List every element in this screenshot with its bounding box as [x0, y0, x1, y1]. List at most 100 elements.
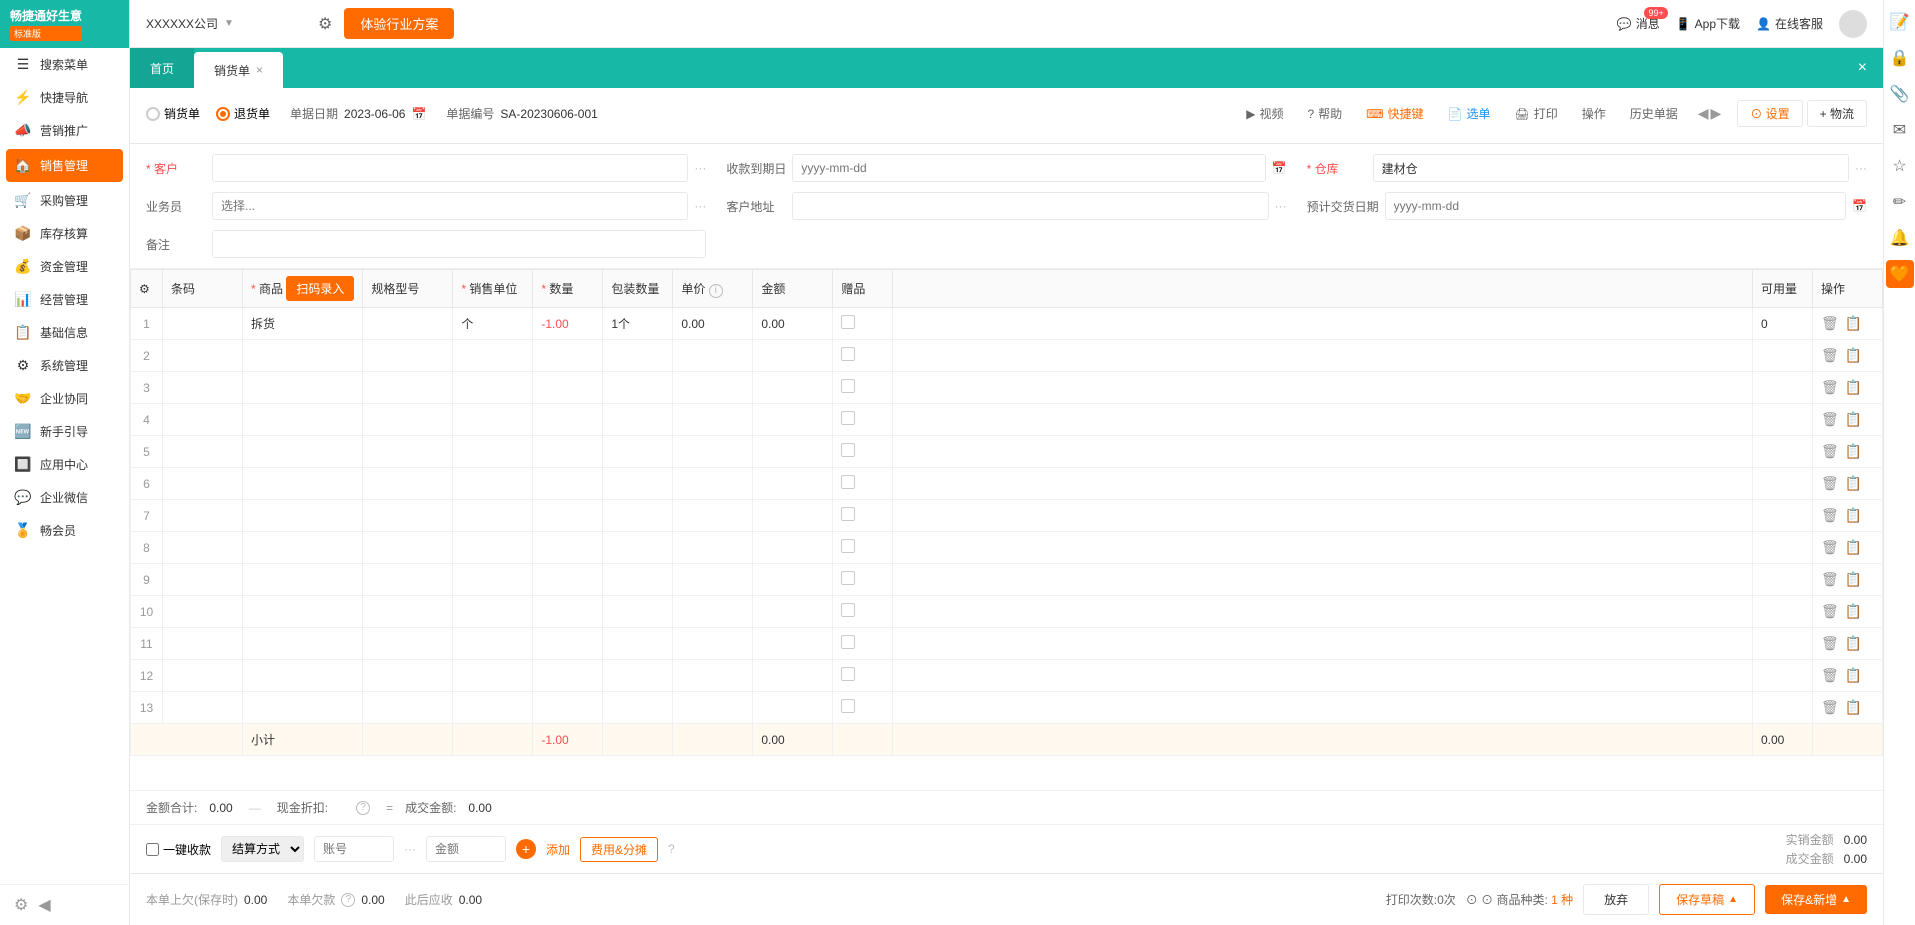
salesperson-input[interactable]: [212, 192, 688, 220]
toolbar-operate-btn[interactable]: 操作: [1574, 101, 1614, 126]
row-10-delete-icon[interactable]: 🗑: [1821, 603, 1839, 620]
row-11-price[interactable]: [673, 628, 753, 660]
row-2-price[interactable]: [673, 340, 753, 372]
payment-date-calendar-icon[interactable]: 📅: [1272, 161, 1287, 175]
row-8-unit[interactable]: [453, 532, 533, 564]
row-11-product[interactable]: [243, 628, 363, 660]
row-3-product[interactable]: [243, 372, 363, 404]
row-10-product[interactable]: [243, 596, 363, 628]
warehouse-input[interactable]: [1373, 154, 1849, 182]
row-4-barcode[interactable]: [163, 404, 243, 436]
trial-btn[interactable]: 体验行业方案: [344, 8, 454, 39]
row-5-price[interactable]: [673, 436, 753, 468]
row-1-amount[interactable]: 0.00: [753, 308, 833, 340]
customer-addr-more-icon[interactable]: ···: [1275, 199, 1287, 213]
user-avatar[interactable]: [1839, 10, 1867, 38]
nav-prev-icon[interactable]: ◀: [1698, 105, 1709, 122]
row-12-spec[interactable]: [363, 660, 453, 692]
row-8-spec[interactable]: [363, 532, 453, 564]
row-4-unit[interactable]: [453, 404, 533, 436]
row-8-product[interactable]: [243, 532, 363, 564]
account-more-icon[interactable]: ···: [404, 842, 416, 856]
row-12-price[interactable]: [673, 660, 753, 692]
salesperson-more-icon[interactable]: ···: [694, 199, 706, 213]
customer-input[interactable]: [212, 154, 688, 182]
row-1-unit[interactable]: 个: [453, 308, 533, 340]
save-new-btn[interactable]: 保存&新增 ▲: [1765, 885, 1867, 914]
row-12-gift[interactable]: [833, 660, 893, 692]
total-owe-info-icon[interactable]: ?: [341, 893, 355, 907]
row-11-qty[interactable]: [533, 628, 603, 660]
row-6-delete-icon[interactable]: 🗑: [1821, 475, 1839, 492]
row-13-copy-icon[interactable]: 📋: [1845, 699, 1862, 716]
row-13-gift[interactable]: [833, 692, 893, 724]
right-panel-lock-icon[interactable]: 🔒: [1886, 44, 1914, 72]
row-7-copy-icon[interactable]: 📋: [1845, 507, 1862, 524]
row-3-delete-icon[interactable]: 🗑: [1821, 379, 1839, 396]
row-5-delete-icon[interactable]: 🗑: [1821, 443, 1839, 460]
row-13-pkg[interactable]: [603, 692, 673, 724]
row-2-gift[interactable]: [833, 340, 893, 372]
row-10-pkg[interactable]: [603, 596, 673, 628]
row-4-pkg[interactable]: [603, 404, 673, 436]
toolbar-print-btn[interactable]: 🖨 打印: [1506, 101, 1565, 126]
discard-btn[interactable]: 放弃: [1583, 884, 1649, 915]
row-3-gift[interactable]: [833, 372, 893, 404]
row-1-gift[interactable]: [833, 308, 893, 340]
row-9-barcode[interactable]: [163, 564, 243, 596]
radio-sales[interactable]: 销货单: [146, 105, 200, 122]
row-1-pkg-qty[interactable]: 1个: [603, 308, 673, 340]
row-2-qty[interactable]: [533, 340, 603, 372]
online-service-btn[interactable]: 👤 在线客服: [1756, 15, 1823, 32]
row-7-price[interactable]: [673, 500, 753, 532]
row-3-barcode[interactable]: [163, 372, 243, 404]
row-10-unit[interactable]: [453, 596, 533, 628]
row-8-gift[interactable]: [833, 532, 893, 564]
price-info-icon[interactable]: i: [709, 284, 723, 298]
row-5-qty[interactable]: [533, 436, 603, 468]
row-6-pkg[interactable]: [603, 468, 673, 500]
row-4-product[interactable]: [243, 404, 363, 436]
radio-return[interactable]: 退货单: [216, 105, 270, 122]
sidebar-item-member[interactable]: 🏅 畅会员: [0, 514, 129, 547]
nav-next-icon[interactable]: ▶: [1711, 105, 1722, 122]
sidebar-item-inventory[interactable]: 📦 库存核算: [0, 217, 129, 250]
row-10-copy-icon[interactable]: 📋: [1845, 603, 1862, 620]
row-4-amount[interactable]: [753, 404, 833, 436]
warehouse-more-icon[interactable]: ···: [1855, 161, 1867, 175]
row-2-barcode[interactable]: [163, 340, 243, 372]
row-3-pkg[interactable]: [603, 372, 673, 404]
row-9-spec[interactable]: [363, 564, 453, 596]
fee-btn[interactable]: 费用&分摊: [580, 837, 658, 862]
row-8-qty[interactable]: [533, 532, 603, 564]
remark-input[interactable]: [212, 230, 706, 258]
row-4-price[interactable]: [673, 404, 753, 436]
row-5-barcode[interactable]: [163, 436, 243, 468]
row-8-pkg[interactable]: [603, 532, 673, 564]
row-2-product[interactable]: [243, 340, 363, 372]
row-7-amount[interactable]: [753, 500, 833, 532]
sidebar-item-search[interactable]: ☰ 搜索菜单: [0, 48, 129, 81]
expected-date-calendar-icon[interactable]: 📅: [1852, 199, 1867, 213]
row-1-qty[interactable]: -1.00: [533, 308, 603, 340]
row-10-price[interactable]: [673, 596, 753, 628]
company-selector[interactable]: XXXXXX公司 ▼: [146, 15, 306, 32]
row-9-product[interactable]: [243, 564, 363, 596]
row-13-spec[interactable]: [363, 692, 453, 724]
row-2-spec[interactable]: [363, 340, 453, 372]
row-8-price[interactable]: [673, 532, 753, 564]
row-1-price[interactable]: 0.00: [673, 308, 753, 340]
row-2-copy-icon[interactable]: 📋: [1845, 347, 1862, 364]
topbar-gear-icon[interactable]: ⚙: [318, 14, 332, 34]
row-4-copy-icon[interactable]: 📋: [1845, 411, 1862, 428]
row-9-unit[interactable]: [453, 564, 533, 596]
toolbar-select-btn[interactable]: 📄 选单: [1440, 101, 1499, 126]
row-8-amount[interactable]: [753, 532, 833, 564]
row-13-amount[interactable]: [753, 692, 833, 724]
sidebar-item-quicknav[interactable]: ⚡ 快捷导航: [0, 81, 129, 114]
row-2-unit[interactable]: [453, 340, 533, 372]
row-12-delete-icon[interactable]: 🗑: [1821, 667, 1839, 684]
row-8-barcode[interactable]: [163, 532, 243, 564]
row-11-pkg[interactable]: [603, 628, 673, 660]
calc-method-select[interactable]: 结算方式: [221, 836, 304, 862]
